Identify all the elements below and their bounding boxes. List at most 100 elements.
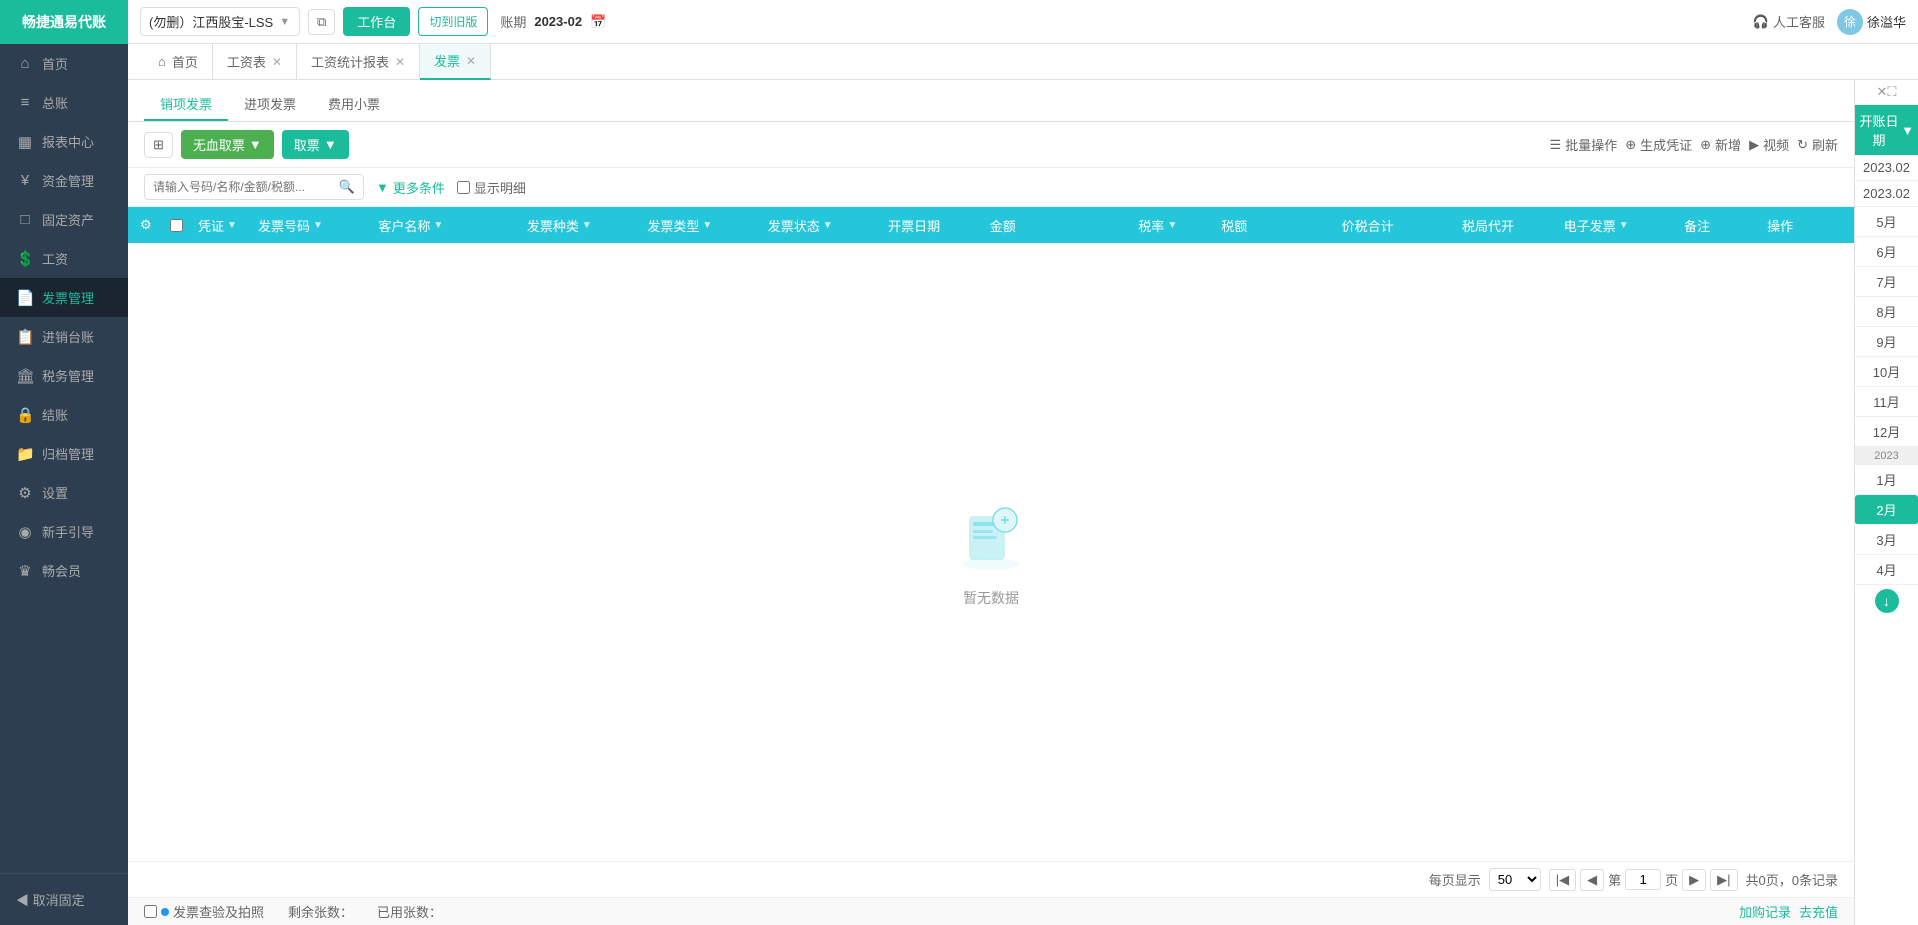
sidebar-item-archive[interactable]: 📁 归档管理 [0,434,128,473]
date-item-8[interactable]: 8月 [1855,297,1918,327]
search-icon[interactable]: 🔍 [339,179,355,195]
page-label: 第 [1608,870,1621,889]
sub-tab-purchase-invoice[interactable]: 进项发票 [228,88,312,121]
sidebar-item-home[interactable]: ⌂ 首页 [0,44,128,83]
date-item-2023-2[interactable]: 2月 [1855,495,1918,525]
sub-tab-expense-receipt[interactable]: 费用小票 [312,88,396,121]
grid-view-button[interactable]: ⊞ [144,132,173,158]
inv-cat-filter-icon[interactable]: ▼ [702,220,712,231]
sub-tab-sales-invoice[interactable]: 销项发票 [144,88,228,121]
tab-home[interactable]: ⌂ 首页 [144,44,213,80]
sidebar-item-close[interactable]: 🔒 结账 [0,395,128,434]
home-tab-icon: ⌂ [158,54,166,69]
copy-button[interactable]: ⧉ [308,9,335,35]
purchase-invoice-label: 进项发票 [244,97,296,112]
date-item-2023-3[interactable]: 3月 [1855,525,1918,555]
no-ticket-label: 无血取票 [193,135,245,154]
more-conditions-button[interactable]: ▼ 更多条件 [376,178,445,197]
e-invoice-filter-icon[interactable]: ▼ [1619,220,1629,231]
close-payroll-stats-tab[interactable]: ✕ [395,55,405,69]
sidebar-item-assets[interactable]: □ 固定资产 [0,200,128,239]
close-payroll-table-tab[interactable]: ✕ [272,55,282,69]
customer-filter-icon[interactable]: ▼ [433,220,443,231]
batch-ops-button[interactable]: ☰ 批量操作 [1550,135,1618,154]
next-page-button[interactable]: ▶ [1682,869,1706,891]
sidebar-item-funds[interactable]: ¥ 资金管理 [0,161,128,200]
ticket-button[interactable]: 取票 ▼ [282,130,349,159]
date-item-5[interactable]: 5月 [1855,207,1918,237]
sidebar-item-guide[interactable]: ◉ 新手引导 [0,512,128,551]
invoice-no-filter-icon[interactable]: ▼ [313,220,323,231]
switch-version-button[interactable]: 切到旧版 [418,7,488,36]
first-page-button[interactable]: |◀ [1549,869,1576,891]
per-page-select[interactable]: 50 100 200 [1489,868,1541,891]
search-input[interactable] [153,180,333,194]
calendar-icon[interactable]: 📅 [590,14,606,30]
last-page-button[interactable]: ▶| [1710,869,1737,891]
go-buy-link[interactable]: 去充值 [1799,902,1838,921]
date-item-2023-1[interactable]: 1月 [1855,465,1918,495]
th-settings[interactable]: ⚙ [136,217,166,233]
tab-invoices[interactable]: 发票 ✕ [420,44,491,80]
customer-service[interactable]: 🎧 人工客服 [1753,12,1825,31]
refresh-button[interactable]: ↻ 刷新 [1797,135,1838,154]
sidebar: 畅捷通易代账 ⌂ 首页 ≡ 总账 ▦ 报表中心 ¥ 资金管理 □ 固定资产 💲 … [0,0,128,925]
right-date-panel: ✕ ⛶ 开账日期 ▼ 2023.02 2023.02 5月 6月 7月 8月 9… [1854,80,1918,925]
prev-page-button[interactable]: ◀ [1580,869,1604,891]
open-period-header[interactable]: 开账日期 ▼ [1855,105,1918,155]
th-amount: 金额 [986,216,1135,235]
sidebar-item-tax[interactable]: 🏛 税务管理 [0,356,128,395]
user-profile[interactable]: 徐 徐溢华 [1837,9,1906,35]
date-item-9[interactable]: 9月 [1855,327,1918,357]
tab-payroll-table[interactable]: 工资表 ✕ [213,44,297,80]
tax-rate-filter-icon[interactable]: ▼ [1167,220,1177,231]
date-item-2023-02-second[interactable]: 2023.02 [1855,181,1918,207]
sidebar-item-label: 税务管理 [42,366,94,385]
sidebar-item-label: 工资 [42,249,68,268]
panel-expand-icon[interactable]: ⛶ [1887,84,1896,100]
workbench-button[interactable]: 工作台 [343,7,410,36]
select-all-checkbox[interactable] [170,219,183,232]
close-invoices-tab[interactable]: ✕ [466,54,476,68]
no-ticket-button[interactable]: 无血取票 ▼ [181,130,274,159]
blue-dot [161,908,169,916]
date-item-2023-02-top[interactable]: 2023.02 [1855,155,1918,181]
page-input[interactable] [1625,869,1661,890]
date-item-11[interactable]: 11月 [1855,387,1918,417]
sidebar-item-reports[interactable]: ▦ 报表中心 [0,122,128,161]
sidebar-item-label: 首页 [42,54,68,73]
tab-payroll-stats-label: 工资统计报表 [311,52,389,71]
app-logo: 畅捷通易代账 [0,0,128,44]
tab-payroll-stats[interactable]: 工资统计报表 ✕ [297,44,420,80]
date-item-6[interactable]: 6月 [1855,237,1918,267]
generate-voucher-button[interactable]: ⊕ 生成凭证 [1625,135,1692,154]
date-item-7[interactable]: 7月 [1855,267,1918,297]
tabbar: ⌂ 首页 工资表 ✕ 工资统计报表 ✕ 发票 ✕ [128,44,1918,80]
assets-icon: □ [16,211,34,228]
show-detail-checkbox[interactable] [457,181,470,194]
sidebar-item-member[interactable]: ♛ 畅会员 [0,551,128,590]
sidebar-item-invoices[interactable]: 📄 发票管理 [0,278,128,317]
voucher-filter-icon[interactable]: ▼ [227,220,237,231]
date-item-12[interactable]: 12月 [1855,417,1918,447]
date-panel-scroll-down[interactable]: ↓ [1875,589,1899,613]
sidebar-item-sales[interactable]: 📋 进销台账 [0,317,128,356]
inv-type-filter-icon[interactable]: ▼ [582,220,592,231]
sidebar-item-payroll[interactable]: 💲 工资 [0,239,128,278]
status-filter-icon[interactable]: ▼ [823,220,833,231]
video-button[interactable]: ▶ 视频 [1749,135,1789,154]
company-selector[interactable]: (勿删）江西股宝-LSS ▼ [140,7,300,36]
unpin-button[interactable]: ◀ 取消固定 [0,882,128,917]
sidebar-item-ledger[interactable]: ≡ 总账 [0,83,128,122]
new-button[interactable]: ⊕ 新增 [1700,135,1741,154]
sidebar-item-settings[interactable]: ⚙ 设置 [0,473,128,512]
th-check[interactable] [166,219,194,232]
panel-close-icon[interactable]: ✕ [1876,84,1887,100]
date-item-2023-4[interactable]: 4月 [1855,555,1918,585]
invoice-check-checkbox[interactable] [144,905,157,918]
date-item-10[interactable]: 10月 [1855,357,1918,387]
sidebar-item-label: 发票管理 [42,288,94,307]
show-detail-checkbox-wrap[interactable]: 显示明细 [457,178,526,197]
add-record-link[interactable]: 加购记录 [1739,902,1791,921]
member-icon: ♛ [16,562,34,580]
